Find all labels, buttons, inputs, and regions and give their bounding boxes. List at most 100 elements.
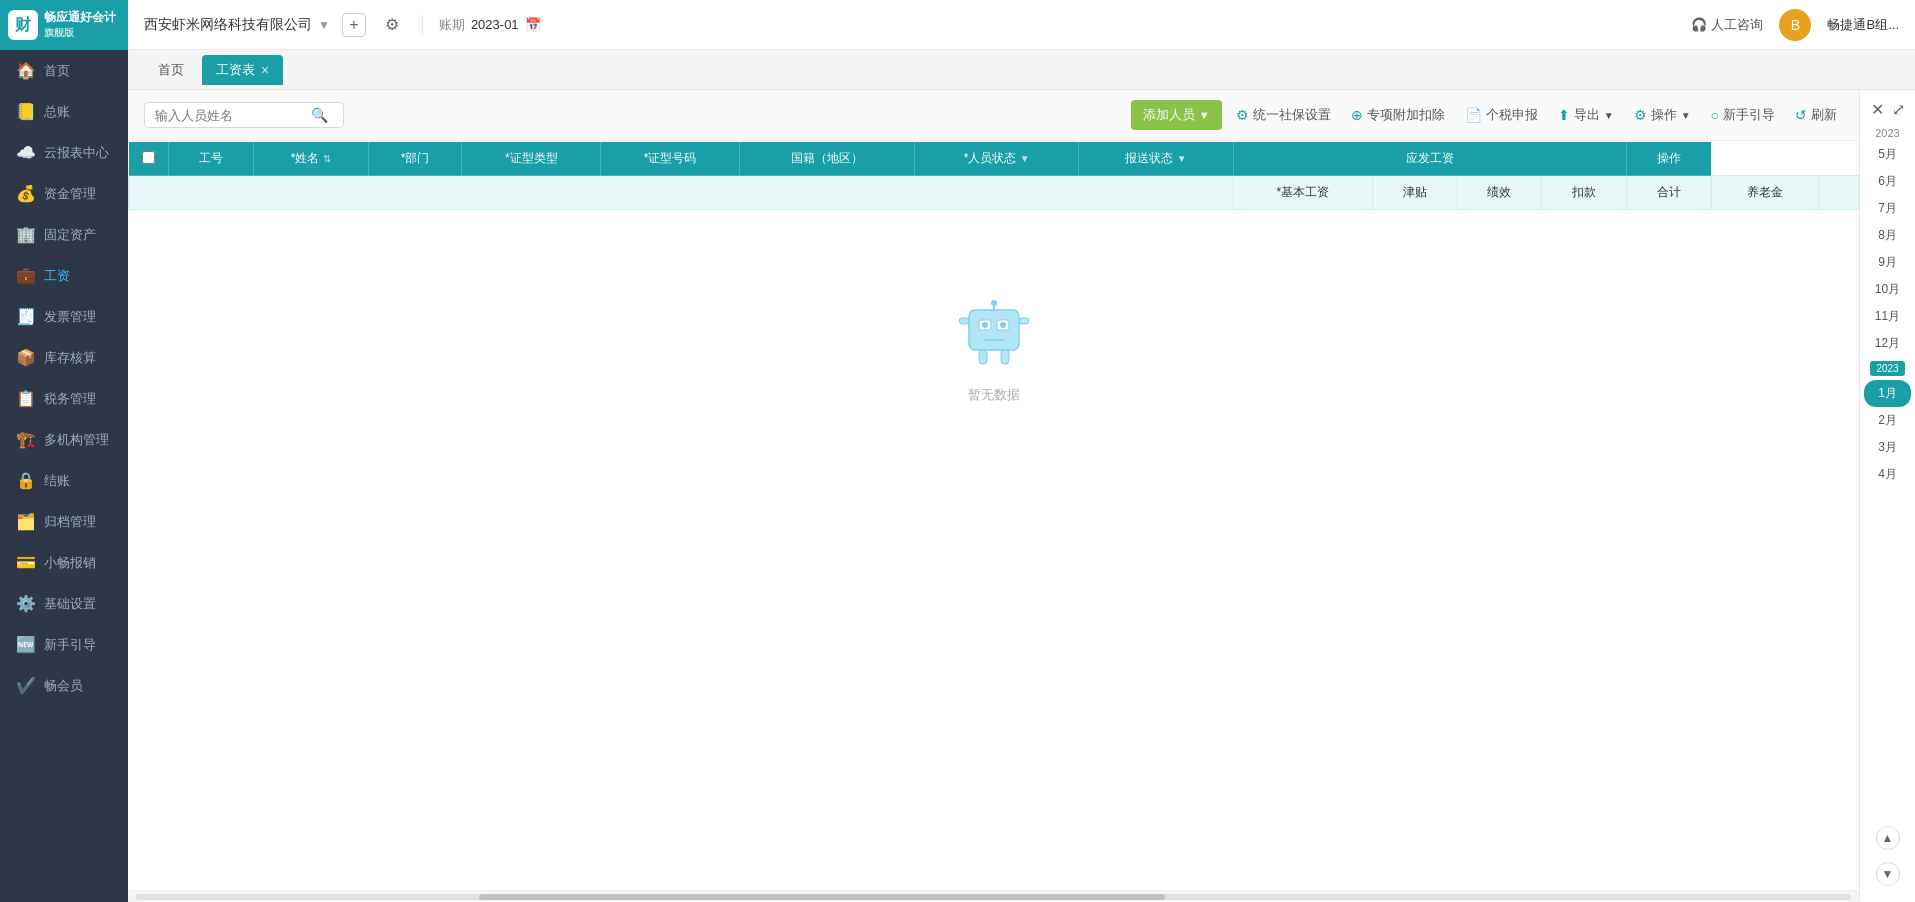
- sidebar-item-archive[interactable]: 🗂️ 归档管理: [0, 501, 128, 542]
- social-security-button[interactable]: ⚙ 统一社保设置: [1230, 102, 1337, 128]
- month-nav-down[interactable]: ▼: [1876, 862, 1900, 886]
- company-settings-button[interactable]: ⚙: [378, 11, 406, 39]
- th-dept: *部门: [368, 142, 462, 176]
- archive-icon: 🗂️: [16, 512, 36, 531]
- status-filter-icon[interactable]: ▼: [1020, 153, 1030, 164]
- topbar-divider: [422, 15, 423, 35]
- tab-home-label: 首页: [158, 62, 184, 77]
- tab-salary-table[interactable]: 工资表 ×: [202, 55, 283, 85]
- new-guide-label: 新手引导: [1723, 106, 1775, 124]
- sidebar-item-ledger[interactable]: 📒 总账: [0, 91, 128, 132]
- month-7[interactable]: 7月: [1860, 195, 1915, 222]
- year-2023-label: 2023: [1870, 361, 1904, 376]
- content-area: 🔍 添加人员 ▼ ⚙ 统一社保设置 ⊕ 专项附加扣除: [128, 90, 1915, 902]
- sidebar-label-settings: 基础设置: [44, 595, 96, 613]
- sidebar-label-inventory: 库存核算: [44, 349, 96, 367]
- sidebar-item-settings[interactable]: ⚙️ 基础设置: [0, 583, 128, 624]
- th-cert-type: *证型类型: [462, 142, 601, 176]
- sidebar-item-expense[interactable]: 💳 小畅报销: [0, 542, 128, 583]
- period-value[interactable]: 2023-01: [471, 17, 519, 32]
- sidebar-item-home[interactable]: 🏠 首页: [0, 50, 128, 91]
- sidebar-item-fixed-assets[interactable]: 🏢 固定资产: [0, 214, 128, 255]
- th-cert-no: *证型号码: [601, 142, 740, 176]
- scroll-thumb[interactable]: [479, 894, 1165, 900]
- social-security-label: 统一社保设置: [1253, 106, 1331, 124]
- svg-rect-8: [959, 318, 969, 324]
- sidebar-label-home: 首页: [44, 62, 70, 80]
- add-company-button[interactable]: +: [342, 13, 366, 37]
- capital-icon: 💰: [16, 184, 36, 203]
- month-12[interactable]: 12月: [1860, 330, 1915, 357]
- month-6[interactable]: 6月: [1860, 168, 1915, 195]
- month-2[interactable]: 2月: [1860, 407, 1915, 434]
- headset-icon: 🎧: [1691, 17, 1707, 32]
- period-label: 账期: [439, 16, 465, 34]
- special-deduction-button[interactable]: ⊕ 专项附加扣除: [1345, 102, 1451, 128]
- sidebar-item-multi-org[interactable]: 🏗️ 多机构管理: [0, 419, 128, 460]
- month-4[interactable]: 4月: [1860, 461, 1915, 488]
- help-button[interactable]: 🎧 人工咨询: [1691, 16, 1763, 34]
- add-person-button[interactable]: 添加人员 ▼: [1131, 100, 1222, 130]
- help-label: 人工咨询: [1711, 16, 1763, 34]
- inventory-icon: 📦: [16, 348, 36, 367]
- month-panel: ✕ ⤢ 2023 5月 6月 7月 8月 9月 10月 11月 12月 2023…: [1859, 90, 1915, 902]
- sidebar-label-vip: 畅会员: [44, 677, 83, 695]
- username: 畅捷通B组...: [1827, 16, 1899, 34]
- report-filter-icon[interactable]: ▼: [1177, 153, 1187, 164]
- sidebar-item-salary[interactable]: 💼 工资: [0, 255, 128, 296]
- th-allowance: 津贴: [1372, 176, 1457, 210]
- sidebar-label-invoice: 发票管理: [44, 308, 96, 326]
- sidebar-item-capital[interactable]: 💰 资金管理: [0, 173, 128, 214]
- th-performance: 绩效: [1457, 176, 1542, 210]
- month-9[interactable]: 9月: [1860, 249, 1915, 276]
- special-deduction-icon: ⊕: [1351, 107, 1363, 123]
- th-name[interactable]: *姓名 ⇅: [253, 142, 368, 176]
- month-11[interactable]: 11月: [1860, 303, 1915, 330]
- sidebar-label-salary: 工资: [44, 267, 70, 285]
- sidebar-label-cloud: 云报表中心: [44, 144, 109, 162]
- tax-report-button[interactable]: 📄 个税申报: [1459, 102, 1544, 128]
- close-panel-button[interactable]: ✕: [1869, 98, 1886, 121]
- empty-icon: [944, 290, 1044, 370]
- month-8[interactable]: 8月: [1860, 222, 1915, 249]
- horizontal-scrollbar[interactable]: [128, 890, 1859, 902]
- empty-text: 暂无数据: [968, 386, 1020, 404]
- sidebar-item-cloud-report[interactable]: ☁️ 云报表中心: [0, 132, 128, 173]
- cloud-icon: ☁️: [16, 143, 36, 162]
- invoice-icon: 🧾: [16, 307, 36, 326]
- month-nav-up[interactable]: ▲: [1876, 826, 1900, 850]
- month-1-active[interactable]: 1月: [1864, 380, 1911, 407]
- user-avatar: B: [1779, 9, 1811, 41]
- select-all-checkbox[interactable]: [142, 151, 155, 164]
- export-label: 导出: [1574, 106, 1600, 124]
- refresh-button[interactable]: ↺ 刷新: [1789, 102, 1843, 128]
- sidebar-label-capital: 资金管理: [44, 185, 96, 203]
- add-person-chevron: ▼: [1199, 109, 1210, 121]
- search-input[interactable]: [155, 108, 305, 123]
- calendar-icon[interactable]: 📅: [525, 17, 541, 32]
- sidebar-item-closing[interactable]: 🔒 结账: [0, 460, 128, 501]
- sidebar-item-invoice[interactable]: 🧾 发票管理: [0, 296, 128, 337]
- sidebar-item-guide[interactable]: 🆕 新手引导: [0, 624, 128, 665]
- expand-panel-button[interactable]: ⤢: [1890, 98, 1907, 121]
- sidebar-item-tax[interactable]: 📋 税务管理: [0, 378, 128, 419]
- new-guide-button[interactable]: ○ 新手引导: [1705, 102, 1781, 128]
- company-selector[interactable]: 西安虾米网络科技有限公司 ▼: [144, 16, 330, 34]
- app-logo: 财 畅应通好会计 旗舰版: [0, 0, 128, 50]
- sidebar-label-guide: 新手引导: [44, 636, 96, 654]
- scroll-track: [136, 894, 1851, 900]
- tab-home[interactable]: 首页: [144, 55, 198, 85]
- tab-close-icon[interactable]: ×: [261, 62, 269, 78]
- th-total: 合计: [1627, 176, 1712, 210]
- th-checkbox[interactable]: [129, 142, 169, 176]
- sidebar-item-vip[interactable]: ✔️ 畅会员: [0, 665, 128, 706]
- export-button[interactable]: ⬆ 导出 ▼: [1552, 102, 1620, 128]
- operations-button[interactable]: ⚙ 操作 ▼: [1628, 102, 1697, 128]
- month-10[interactable]: 10月: [1860, 276, 1915, 303]
- month-5[interactable]: 5月: [1860, 141, 1915, 168]
- month-3[interactable]: 3月: [1860, 434, 1915, 461]
- toolbar-actions: 添加人员 ▼ ⚙ 统一社保设置 ⊕ 专项附加扣除 📄 个税申报: [1131, 100, 1843, 130]
- sidebar-item-inventory[interactable]: 📦 库存核算: [0, 337, 128, 378]
- search-icon: 🔍: [311, 107, 328, 123]
- refresh-label: 刷新: [1811, 106, 1837, 124]
